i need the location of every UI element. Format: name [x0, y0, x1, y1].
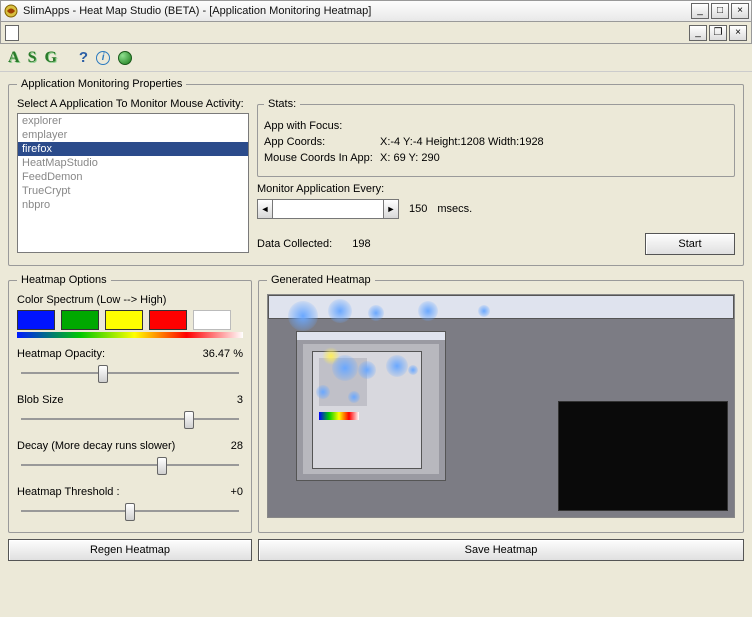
threshold-value: +0 [230, 486, 243, 498]
color-swatch[interactable] [193, 310, 231, 330]
gen-legend: Generated Heatmap [267, 274, 375, 286]
blob-value: 3 [237, 394, 243, 406]
maximize-button[interactable]: □ [711, 3, 729, 19]
list-item[interactable]: nbpro [18, 198, 248, 212]
menubar: _ ❐ × [0, 22, 752, 44]
mdi-close-button[interactable]: × [729, 25, 747, 41]
globe-icon[interactable] [118, 51, 132, 65]
info-icon[interactable]: i [96, 51, 110, 65]
heat-legend: Heatmap Options [17, 274, 111, 286]
threshold-slider[interactable] [17, 500, 243, 522]
window-title: SlimApps - Heat Map Studio (BETA) - [App… [23, 5, 691, 17]
interval-unit: msecs. [437, 203, 472, 215]
minimize-button[interactable]: _ [691, 3, 709, 19]
mouse-label: Mouse Coords In App: [264, 152, 374, 164]
toolbar-g-button[interactable]: G [44, 49, 56, 67]
stats-legend: Stats: [264, 98, 300, 110]
list-item[interactable]: TrueCrypt [18, 184, 248, 198]
decay-value: 28 [231, 440, 243, 452]
color-gradient [17, 332, 243, 338]
list-item[interactable]: HeatMapStudio [18, 156, 248, 170]
toolbar-a-button[interactable]: A [8, 49, 20, 67]
threshold-label: Heatmap Threshold : [17, 486, 120, 498]
decay-slider[interactable] [17, 454, 243, 476]
spectrum-label: Color Spectrum (Low --> High) [17, 294, 243, 306]
props-legend: Application Monitoring Properties [17, 78, 186, 90]
opacity-slider[interactable] [17, 362, 243, 384]
regen-heatmap-button[interactable]: Regen Heatmap [8, 539, 252, 561]
heatmap-preview [267, 294, 735, 518]
list-item[interactable]: firefox [18, 142, 248, 156]
titlebar: SlimApps - Heat Map Studio (BETA) - [App… [0, 0, 752, 22]
interval-field[interactable] [273, 199, 383, 219]
blob-slider[interactable] [17, 408, 243, 430]
spin-right-icon[interactable]: ► [383, 199, 399, 219]
blob-label: Blob Size [17, 394, 63, 406]
mdi-restore-button[interactable]: ❐ [709, 25, 727, 41]
monitor-label: Monitor Application Every: [257, 183, 735, 195]
toolbar: A S G ? i [0, 44, 752, 72]
color-swatch[interactable] [105, 310, 143, 330]
heatmap-options: Heatmap Options Color Spectrum (Low --> … [8, 274, 252, 533]
mdi-minimize-button[interactable]: _ [689, 25, 707, 41]
save-heatmap-button[interactable]: Save Heatmap [258, 539, 744, 561]
help-icon[interactable]: ? [79, 49, 88, 66]
list-item[interactable]: explorer [18, 114, 248, 128]
data-collected-label: Data Collected: [257, 238, 332, 250]
generated-heatmap: Generated Heatmap [258, 274, 744, 533]
interval-spinner[interactable]: ◄ ► [257, 199, 399, 219]
spin-left-icon[interactable]: ◄ [257, 199, 273, 219]
mouse-value: X: 69 Y: 290 [380, 152, 440, 164]
color-swatch[interactable] [61, 310, 99, 330]
close-button[interactable]: × [731, 3, 749, 19]
decay-label: Decay (More decay runs slower) [17, 440, 175, 452]
focus-label: App with Focus: [264, 120, 374, 132]
list-item[interactable]: emplayer [18, 128, 248, 142]
toolbar-s-button[interactable]: S [28, 49, 37, 67]
color-swatch[interactable] [17, 310, 55, 330]
select-app-label: Select A Application To Monitor Mouse Ac… [17, 98, 249, 110]
stats-group: Stats: App with Focus: App Coords: X:-4 Y… [257, 98, 735, 177]
data-collected-value: 198 [352, 238, 370, 250]
list-item[interactable]: FeedDemon [18, 170, 248, 184]
interval-value: 150 [409, 203, 427, 215]
mdi-doc-icon[interactable] [5, 25, 19, 41]
coords-value: X:-4 Y:-4 Height:1208 Width:1928 [380, 136, 544, 148]
app-monitoring-properties: Application Monitoring Properties Select… [8, 78, 744, 266]
coords-label: App Coords: [264, 136, 374, 148]
opacity-value: 36.47 % [203, 348, 243, 360]
app-listbox[interactable]: exploreremplayerfirefoxHeatMapStudioFeed… [17, 113, 249, 253]
color-swatches [17, 310, 243, 330]
color-swatch[interactable] [149, 310, 187, 330]
start-button[interactable]: Start [645, 233, 735, 255]
app-icon [3, 3, 19, 19]
opacity-label: Heatmap Opacity: [17, 348, 105, 360]
